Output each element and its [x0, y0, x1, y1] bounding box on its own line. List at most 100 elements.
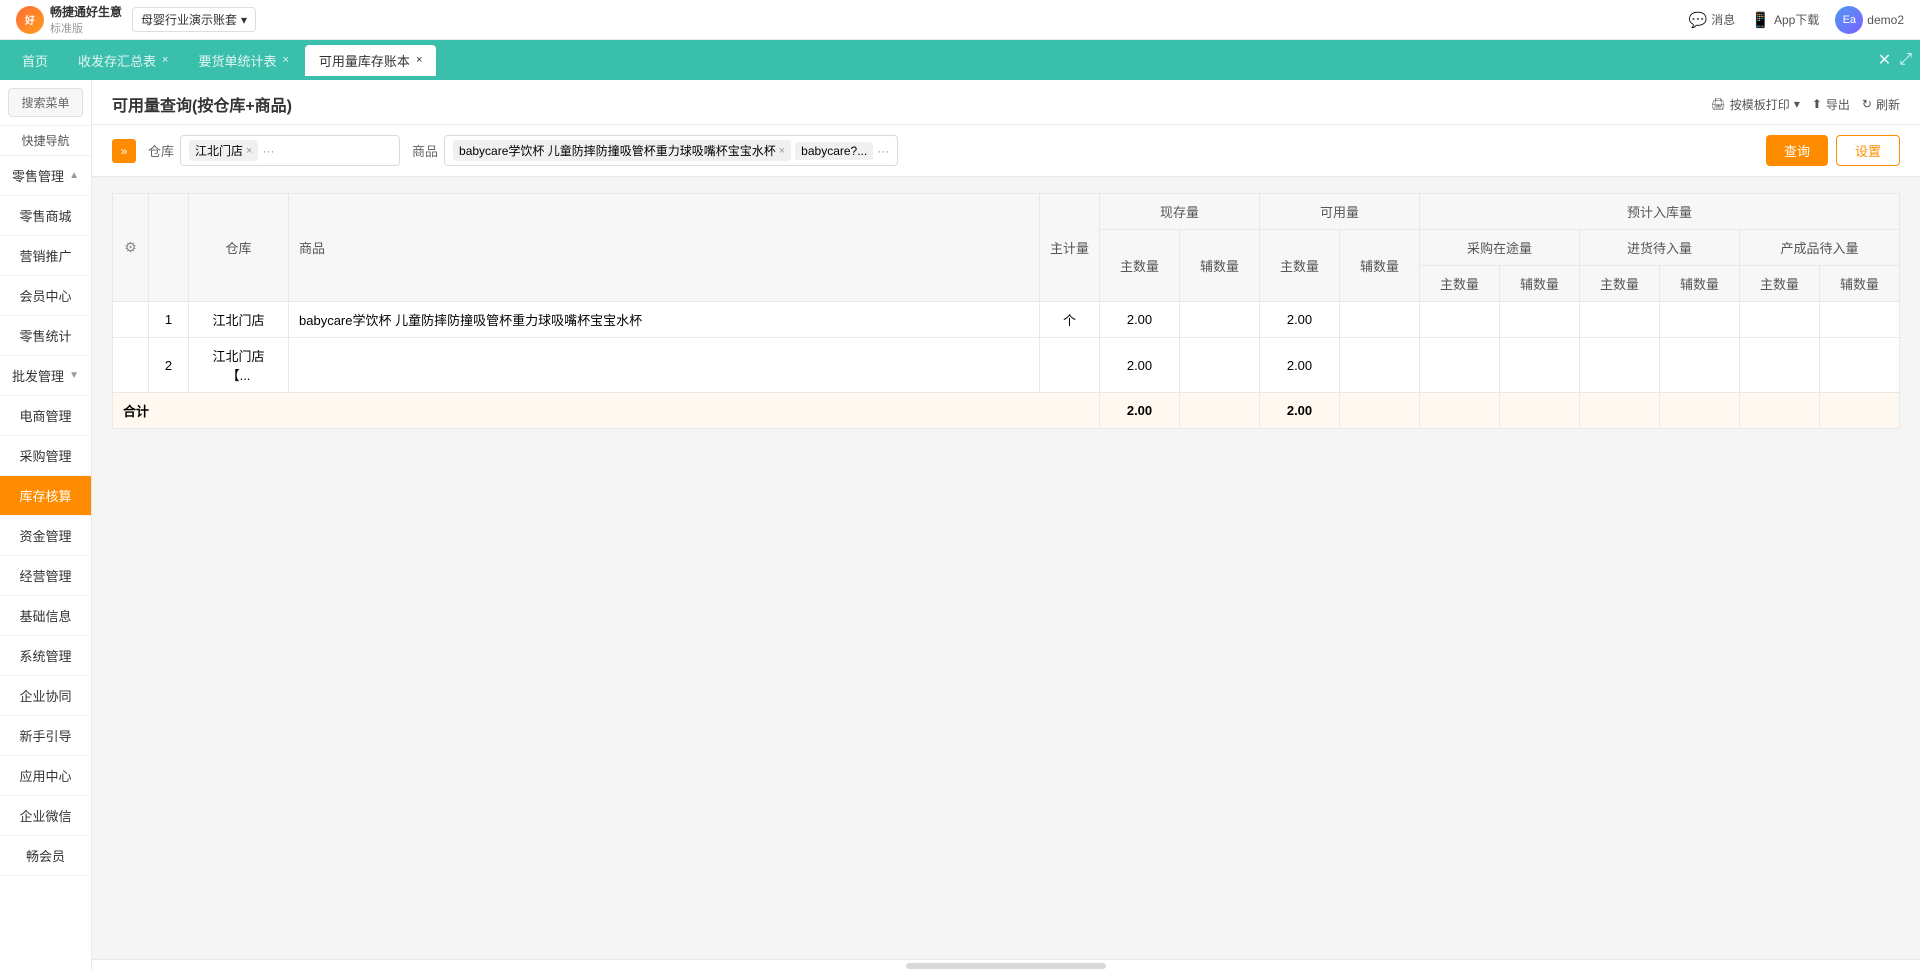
tab-maximize[interactable]: ⤢ [1899, 51, 1912, 69]
logo-icon: 好 [16, 6, 44, 34]
sidebar-item-finance[interactable]: 资金管理 [0, 516, 91, 556]
sidebar-item-system-label: 系统管理 [19, 646, 71, 665]
refresh-icon: ↻ [1862, 97, 1872, 111]
sidebar-item-operations[interactable]: 经营管理 [0, 556, 91, 596]
summary-purchase-aux [1500, 393, 1580, 429]
row-incoming-main [1580, 338, 1660, 393]
sidebar-item-member-label: 畅会员 [26, 846, 65, 865]
row-available-aux [1340, 302, 1420, 338]
user-name: demo2 [1867, 13, 1904, 27]
print-btn[interactable]: 🖨 按模板打印 ▾ [1711, 96, 1800, 113]
sidebar-item-member[interactable]: 畅会员 [0, 836, 91, 876]
sidebar-item-basic-info[interactable]: 基础信息 [0, 596, 91, 636]
settings-icon[interactable]: ⚙ [124, 239, 137, 255]
sidebar-item-retail-mgmt[interactable]: 零售管理 ▲ [0, 156, 91, 196]
sidebar: 搜索菜单 快捷导航 零售管理 ▲ 零售商城 营销推广 会员中心 零售统计 批发管… [0, 80, 92, 971]
export-btn[interactable]: ⬆ 导出 [1812, 96, 1850, 113]
sidebar-item-new-guide-label: 新手引导 [19, 726, 71, 745]
tab-available-stock-close[interactable]: × [416, 54, 422, 66]
tab-available-stock[interactable]: 可用量库存账本 × [305, 45, 436, 76]
sidebar-item-app-center[interactable]: 应用中心 [0, 756, 91, 796]
sidebar-item-purchase[interactable]: 采购管理 [0, 436, 91, 476]
row-product: babycare学饮杯 儿童防摔防撞吸管杯重力球吸嘴杯宝宝水杯 [289, 302, 1040, 338]
row-available-aux [1340, 338, 1420, 393]
tab-receipt-summary-close[interactable]: × [162, 54, 168, 66]
row-current-main: 2.00 [1100, 302, 1180, 338]
table-row: 1 江北门店 babycare学饮杯 儿童防摔防撞吸管杯重力球吸嘴杯宝宝水杯 个… [113, 302, 1900, 338]
row-available-main: 2.00 [1260, 302, 1340, 338]
quick-nav-btn[interactable]: 快捷导航 [0, 126, 91, 156]
sidebar-item-enterprise-wechat[interactable]: 企业微信 [0, 796, 91, 836]
th-no [149, 194, 189, 302]
message-icon: 💬 [1689, 11, 1708, 29]
sidebar-item-enterprise-collab-label: 企业协同 [19, 686, 71, 705]
filter-bar: » 仓库 江北门店 × ··· 商品 babycare学饮杯 儿童防摔防撞吸管杯… [92, 125, 1920, 177]
print-label: 按模板打印 [1730, 96, 1790, 113]
page-title: 可用量查询(按仓库+商品) [112, 92, 292, 116]
sidebar-item-retail-mall[interactable]: 零售商城 [0, 196, 91, 236]
table-container: ⚙ 仓库 商品 主计量 现存量 可用量 预计入库量 主数量 辅数量 主数量 [92, 177, 1920, 959]
message-btn[interactable]: 💬 消息 [1689, 11, 1736, 29]
sidebar-item-retail-stats[interactable]: 零售统计 [0, 316, 91, 356]
refresh-label: 刷新 [1876, 96, 1900, 113]
tab-actions: ✕ ⤢ [1878, 50, 1912, 70]
tab-order-stats-label: 要货单统计表 [198, 51, 276, 70]
query-btn[interactable]: 查询 [1766, 135, 1828, 166]
app-download-btn[interactable]: 📱 App下载 [1751, 11, 1819, 29]
th-planned-in: 预计入库量 [1420, 194, 1900, 230]
tab-home-label: 首页 [22, 51, 48, 70]
product-more-icon[interactable]: ··· [877, 144, 889, 158]
th-purchase-aux: 辅数量 [1500, 266, 1580, 302]
industry-select[interactable]: 母婴行业演示账套 ▾ [132, 7, 256, 32]
data-table: ⚙ 仓库 商品 主计量 现存量 可用量 预计入库量 主数量 辅数量 主数量 [112, 193, 1900, 429]
sidebar-item-inventory[interactable]: 库存核算 [0, 476, 91, 516]
th-current-stock: 现存量 [1100, 194, 1260, 230]
user-menu[interactable]: Ea demo2 [1835, 6, 1904, 34]
summary-available-aux [1340, 393, 1420, 429]
tab-order-stats-close[interactable]: × [282, 54, 288, 66]
row-settings [113, 302, 149, 338]
sidebar-item-marketing-label: 营销推广 [19, 246, 71, 265]
row-purchase-aux [1500, 302, 1580, 338]
warehouse-input[interactable]: 江北门店 × ··· [180, 135, 400, 166]
th-available: 可用量 [1260, 194, 1420, 230]
user-avatar: Ea [1835, 6, 1863, 34]
tab-close-all[interactable]: ✕ [1878, 50, 1891, 70]
sidebar-item-system[interactable]: 系统管理 [0, 636, 91, 676]
setting-btn[interactable]: 设置 [1836, 135, 1900, 166]
sidebar-search-area: 搜索菜单 [0, 80, 91, 126]
sidebar-item-purchase-label: 采购管理 [19, 446, 71, 465]
row-incoming-aux [1660, 302, 1740, 338]
th-incoming-main: 主数量 [1580, 266, 1660, 302]
expand-btn[interactable]: » [112, 139, 136, 163]
product-input[interactable]: babycare学饮杯 儿童防摔防撞吸管杯重力球吸嘴杯宝宝水杯 × babyca… [444, 135, 898, 166]
sidebar-item-member-center-label: 会员中心 [19, 286, 71, 305]
sidebar-item-retail-mall-label: 零售商城 [19, 206, 71, 225]
th-current-aux: 辅数量 [1180, 230, 1260, 302]
sidebar-item-enterprise-collab[interactable]: 企业协同 [0, 676, 91, 716]
tab-order-stats[interactable]: 要货单统计表 × [184, 45, 302, 76]
refresh-btn[interactable]: ↻ 刷新 [1862, 96, 1900, 113]
sidebar-item-member-center[interactable]: 会员中心 [0, 276, 91, 316]
row-warehouse: 江北门店 【... [189, 338, 289, 393]
summary-production-main [1740, 393, 1820, 429]
page-header: 可用量查询(按仓库+商品) 🖨 按模板打印 ▾ ⬆ 导出 ↻ 刷新 [92, 80, 1920, 125]
print-dropdown-icon: ▾ [1794, 97, 1800, 111]
tab-home[interactable]: 首页 [8, 45, 62, 76]
product-filter-group: 商品 babycare学饮杯 儿童防摔防撞吸管杯重力球吸嘴杯宝宝水杯 × bab… [412, 135, 898, 166]
sidebar-item-ecommerce[interactable]: 电商管理 [0, 396, 91, 436]
warehouse-tag-close[interactable]: × [246, 145, 252, 157]
sidebar-item-new-guide[interactable]: 新手引导 [0, 716, 91, 756]
th-purchase-main: 主数量 [1420, 266, 1500, 302]
row-purchase-main [1420, 302, 1500, 338]
product-tag-1-close[interactable]: × [779, 145, 785, 157]
th-production-main: 主数量 [1740, 266, 1820, 302]
sidebar-item-marketing[interactable]: 营销推广 [0, 236, 91, 276]
warehouse-more-icon[interactable]: ··· [262, 144, 274, 158]
search-menu-btn[interactable]: 搜索菜单 [8, 88, 83, 117]
tab-receipt-summary[interactable]: 收发存汇总表 × [64, 45, 182, 76]
chevron-up-icon: ▲ [69, 170, 79, 181]
sidebar-item-wholesale-mgmt[interactable]: 批发管理 ▼ [0, 356, 91, 396]
th-production-in: 产成品待入量 [1740, 230, 1900, 266]
th-product: 商品 [289, 194, 1040, 302]
